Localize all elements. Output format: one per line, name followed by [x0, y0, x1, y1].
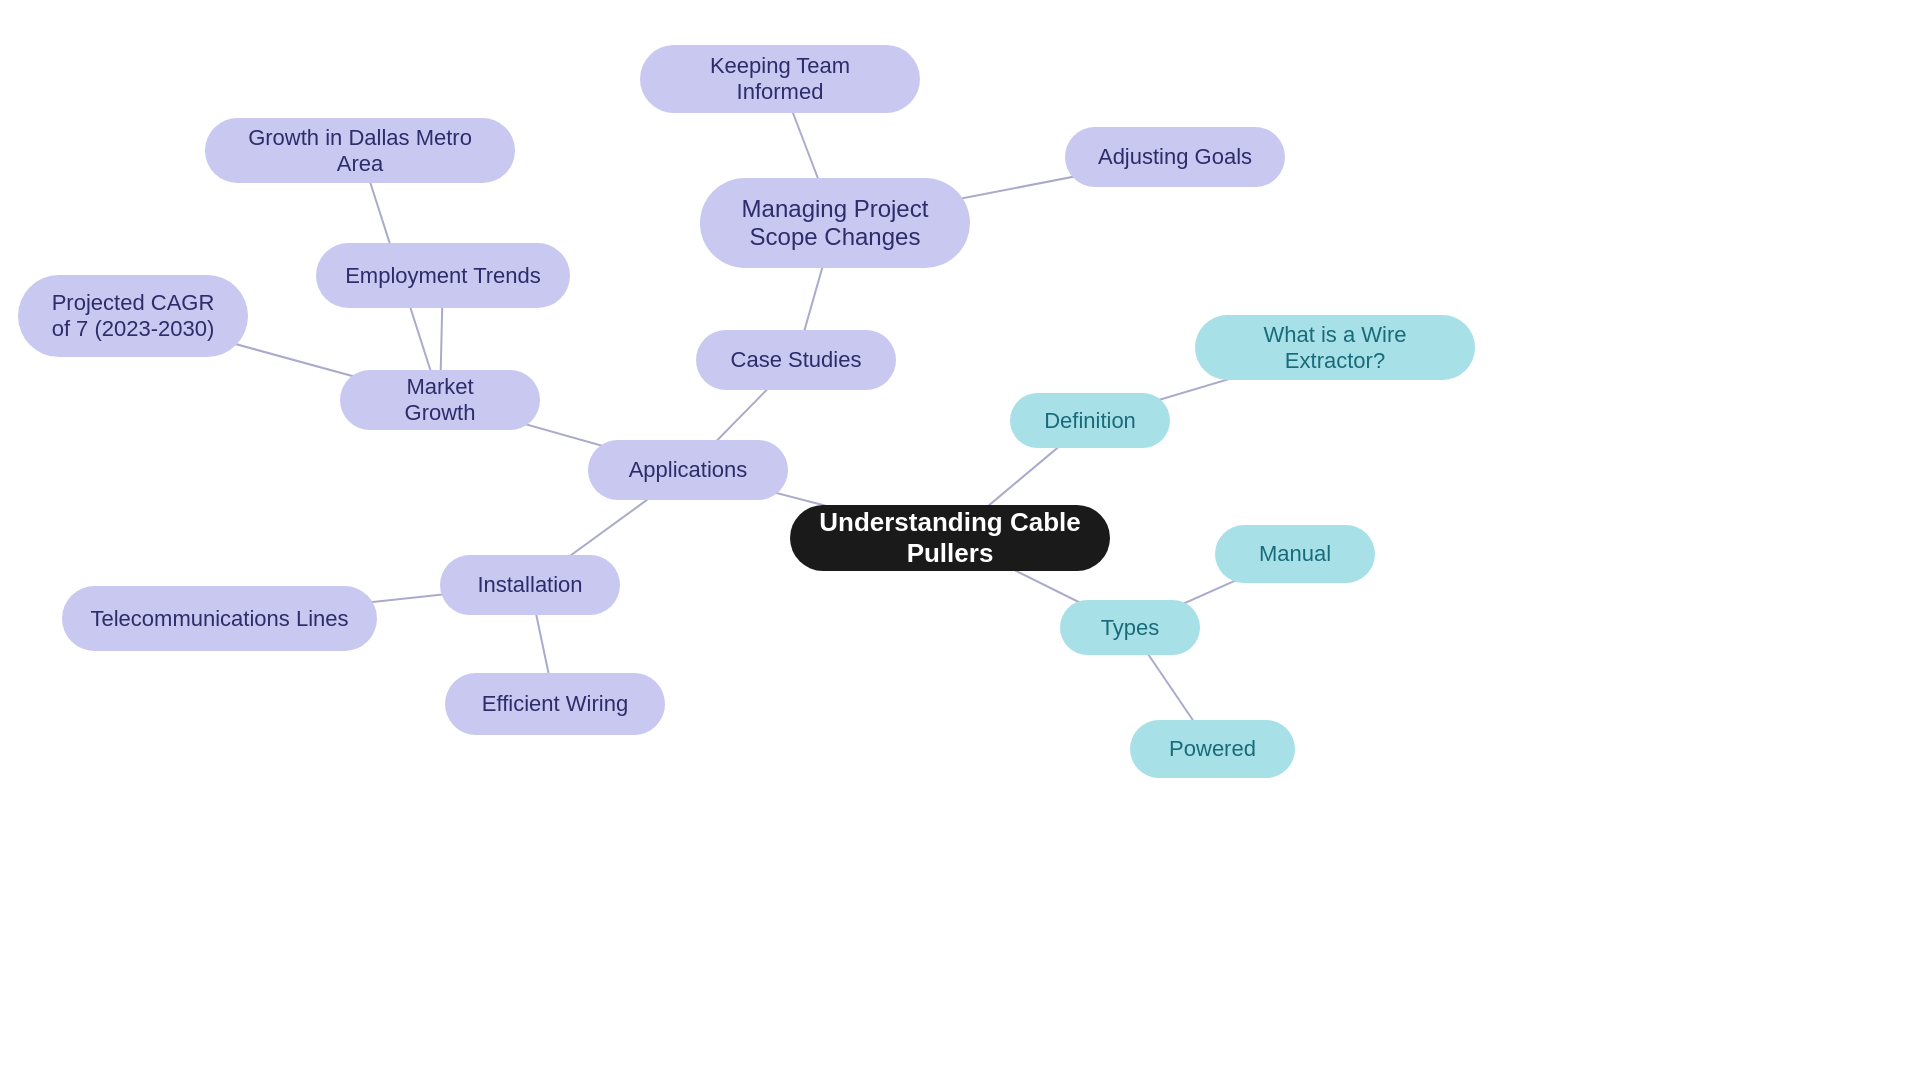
case-studies-node: Case Studies	[696, 330, 896, 390]
definition-node: Definition	[1010, 393, 1170, 448]
efficient-wiring-node: Efficient Wiring	[445, 673, 665, 735]
applications-node: Applications	[588, 440, 788, 500]
adjusting-goals-node: Adjusting Goals	[1065, 127, 1285, 187]
types-node: Types	[1060, 600, 1200, 655]
keeping-team-node: Keeping Team Informed	[640, 45, 920, 113]
what-is-node: What is a Wire Extractor?	[1195, 315, 1475, 380]
installation-node: Installation	[440, 555, 620, 615]
managing-project-node: Managing Project Scope Changes	[700, 178, 970, 268]
market-growth-node: Market Growth	[340, 370, 540, 430]
telecom-node: Telecommunications Lines	[62, 586, 377, 651]
center-node: Understanding Cable Pullers	[790, 505, 1110, 571]
projected-cagr-node: Projected CAGR of 7 (2023-2030)	[18, 275, 248, 357]
growth-dallas-node: Growth in Dallas Metro Area	[205, 118, 515, 183]
employment-trends-node: Employment Trends	[316, 243, 570, 308]
powered-node: Powered	[1130, 720, 1295, 778]
manual-node: Manual	[1215, 525, 1375, 583]
